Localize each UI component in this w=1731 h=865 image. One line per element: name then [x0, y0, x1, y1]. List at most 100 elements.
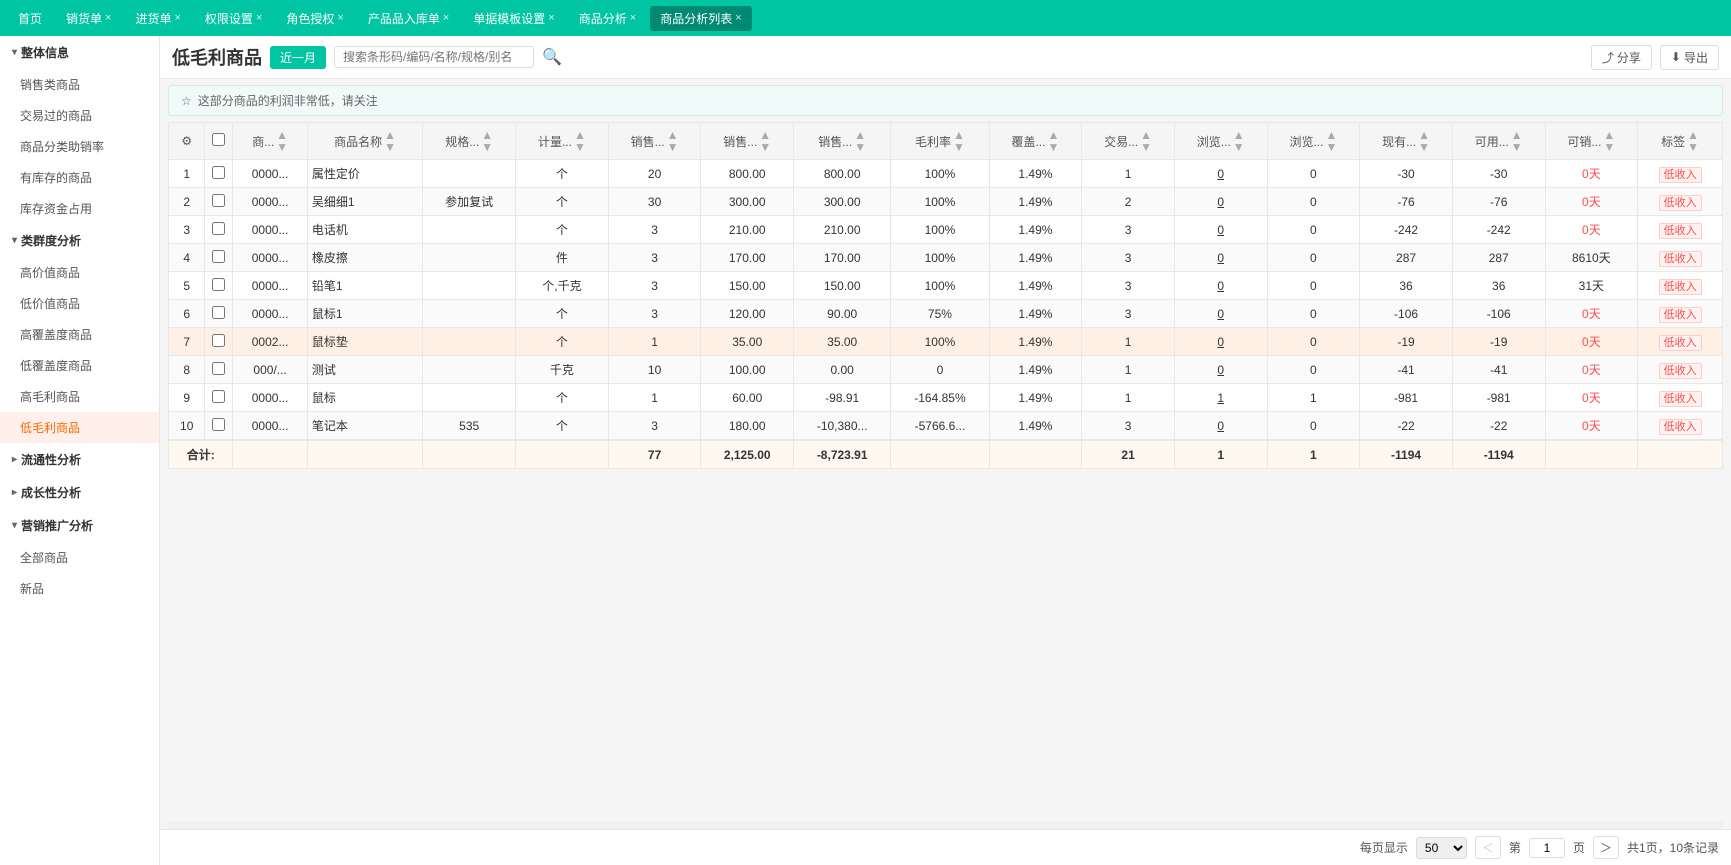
- close-icon[interactable]: ×: [443, 12, 449, 24]
- row-browse1[interactable]: 0: [1174, 328, 1267, 356]
- row-name[interactable]: 测试: [307, 356, 422, 384]
- row-avail: -30: [1452, 160, 1545, 188]
- sidebar-group-growth[interactable]: ▸ 成长性分析: [0, 476, 159, 509]
- nav-permission[interactable]: 权限设置 ×: [195, 6, 272, 31]
- col-browse1[interactable]: 浏览...▲▼: [1174, 123, 1267, 160]
- nav-role[interactable]: 角色授权 ×: [276, 6, 353, 31]
- export-button[interactable]: ⬇ 导出: [1660, 45, 1719, 70]
- row-name[interactable]: 鼠标1: [307, 300, 422, 328]
- row-checkbox[interactable]: [205, 356, 233, 384]
- sidebar-item-traded[interactable]: 交易过的商品: [0, 100, 159, 131]
- sidebar-item-new-goods[interactable]: 新品: [0, 573, 159, 604]
- row-name[interactable]: 鼠标垫: [307, 328, 422, 356]
- row-browse1[interactable]: 0: [1174, 244, 1267, 272]
- col-browse2[interactable]: 浏览...▲▼: [1267, 123, 1360, 160]
- table-container[interactable]: ⚙ 商...▲▼ 商品名称▲▼ 规格...▲▼ 计量...▲▼ 销售...▲▼ …: [160, 122, 1731, 821]
- row-browse1[interactable]: 0: [1174, 272, 1267, 300]
- row-browse1[interactable]: 0: [1174, 412, 1267, 441]
- col-salable[interactable]: 可销...▲▼: [1545, 123, 1638, 160]
- sidebar-group-marketing[interactable]: ▾ 营销推广分析: [0, 509, 159, 542]
- nav-template[interactable]: 单据模板设置 ×: [463, 6, 564, 31]
- nav-product-entry[interactable]: 产品品入库单 ×: [358, 6, 459, 31]
- col-code[interactable]: 商...▲▼: [233, 123, 307, 160]
- col-avail[interactable]: 可用...▲▼: [1452, 123, 1545, 160]
- close-icon[interactable]: ×: [256, 12, 262, 24]
- row-avail: -76: [1452, 188, 1545, 216]
- sidebar-group-overall[interactable]: ▾ 整体信息: [0, 36, 159, 69]
- close-icon[interactable]: ×: [174, 12, 180, 24]
- nav-sales[interactable]: 销货单 ×: [56, 6, 121, 31]
- col-settings[interactable]: ⚙: [169, 123, 205, 160]
- per-page-select[interactable]: 50 100 200: [1416, 837, 1467, 859]
- prev-page-button[interactable]: ＜: [1475, 836, 1501, 859]
- col-sale1[interactable]: 销售...▲▼: [608, 123, 701, 160]
- close-icon[interactable]: ×: [735, 12, 741, 24]
- sidebar-item-high-coverage[interactable]: 高覆盖度商品: [0, 319, 159, 350]
- nav-purchase[interactable]: 进货单 ×: [125, 6, 190, 31]
- sidebar-item-high-value[interactable]: 高价值商品: [0, 257, 159, 288]
- next-page-button[interactable]: ＞: [1593, 836, 1619, 859]
- close-icon[interactable]: ×: [630, 12, 636, 24]
- row-curr: 36: [1360, 272, 1453, 300]
- col-sale2[interactable]: 销售...▲▼: [701, 123, 794, 160]
- sidebar-item-inventory[interactable]: 有库存的商品: [0, 162, 159, 193]
- row-browse1[interactable]: 1: [1174, 384, 1267, 412]
- row-no: 5: [169, 272, 205, 300]
- row-checkbox[interactable]: [205, 188, 233, 216]
- close-icon[interactable]: ×: [337, 12, 343, 24]
- close-icon[interactable]: ×: [105, 12, 111, 24]
- col-tag[interactable]: 标签▲▼: [1638, 123, 1723, 160]
- share-button[interactable]: ⤴ 分享: [1591, 45, 1652, 70]
- sidebar-item-high-profit[interactable]: 高毛利商品: [0, 381, 159, 412]
- sidebar-item-low-value[interactable]: 低价值商品: [0, 288, 159, 319]
- select-all-checkbox[interactable]: [212, 133, 225, 146]
- row-browse1[interactable]: 0: [1174, 188, 1267, 216]
- horizontal-scrollbar[interactable]: [168, 821, 1723, 829]
- close-icon[interactable]: ×: [548, 12, 554, 24]
- row-name[interactable]: 鼠标: [307, 384, 422, 412]
- page-input[interactable]: [1529, 838, 1565, 858]
- sidebar-group-circulation[interactable]: ▸ 流通性分析: [0, 443, 159, 476]
- col-curr[interactable]: 现有...▲▼: [1360, 123, 1453, 160]
- row-browse1[interactable]: 0: [1174, 356, 1267, 384]
- sidebar-item-sales-goods[interactable]: 销售类商品: [0, 69, 159, 100]
- row-name[interactable]: 铅笔1: [307, 272, 422, 300]
- sidebar-group-cluster[interactable]: ▾ 类群度分析: [0, 224, 159, 257]
- sidebar-item-low-profit[interactable]: 低毛利商品: [0, 412, 159, 443]
- search-input[interactable]: [334, 46, 534, 68]
- row-trade: 1: [1082, 328, 1175, 356]
- col-spec[interactable]: 规格...▲▼: [423, 123, 516, 160]
- row-name[interactable]: 笔记本: [307, 412, 422, 441]
- row-name[interactable]: 电话机: [307, 216, 422, 244]
- nav-goods-list[interactable]: 商品分析列表 ×: [650, 6, 751, 31]
- row-name[interactable]: 属性定价: [307, 160, 422, 188]
- row-checkbox[interactable]: [205, 244, 233, 272]
- row-checkbox[interactable]: [205, 412, 233, 441]
- row-name[interactable]: 橡皮擦: [307, 244, 422, 272]
- nav-goods-analysis[interactable]: 商品分析 ×: [569, 6, 646, 31]
- row-name[interactable]: 吴细细1: [307, 188, 422, 216]
- col-name[interactable]: 商品名称▲▼: [307, 123, 422, 160]
- sidebar-item-capital[interactable]: 库存资金占用: [0, 193, 159, 224]
- row-checkbox[interactable]: [205, 384, 233, 412]
- sidebar-item-all-goods[interactable]: 全部商品: [0, 542, 159, 573]
- search-button[interactable]: 🔍: [542, 47, 562, 67]
- row-browse1[interactable]: 0: [1174, 160, 1267, 188]
- col-gross[interactable]: 毛利率▲▼: [891, 123, 989, 160]
- col-cover[interactable]: 覆盖...▲▼: [989, 123, 1082, 160]
- row-checkbox[interactable]: [205, 272, 233, 300]
- col-trade[interactable]: 交易...▲▼: [1082, 123, 1175, 160]
- col-checkbox[interactable]: [205, 123, 233, 160]
- row-browse1[interactable]: 0: [1174, 300, 1267, 328]
- period-button[interactable]: 近一月: [270, 46, 326, 69]
- row-checkbox[interactable]: [205, 160, 233, 188]
- sidebar-item-category-rate[interactable]: 商品分类助销率: [0, 131, 159, 162]
- col-unit[interactable]: 计量...▲▼: [516, 123, 609, 160]
- row-checkbox[interactable]: [205, 328, 233, 356]
- sidebar-item-low-coverage[interactable]: 低覆盖度商品: [0, 350, 159, 381]
- row-checkbox[interactable]: [205, 216, 233, 244]
- row-browse1[interactable]: 0: [1174, 216, 1267, 244]
- nav-home[interactable]: 首页: [8, 6, 52, 31]
- col-sale3[interactable]: 销售...▲▼: [794, 123, 891, 160]
- row-checkbox[interactable]: [205, 300, 233, 328]
